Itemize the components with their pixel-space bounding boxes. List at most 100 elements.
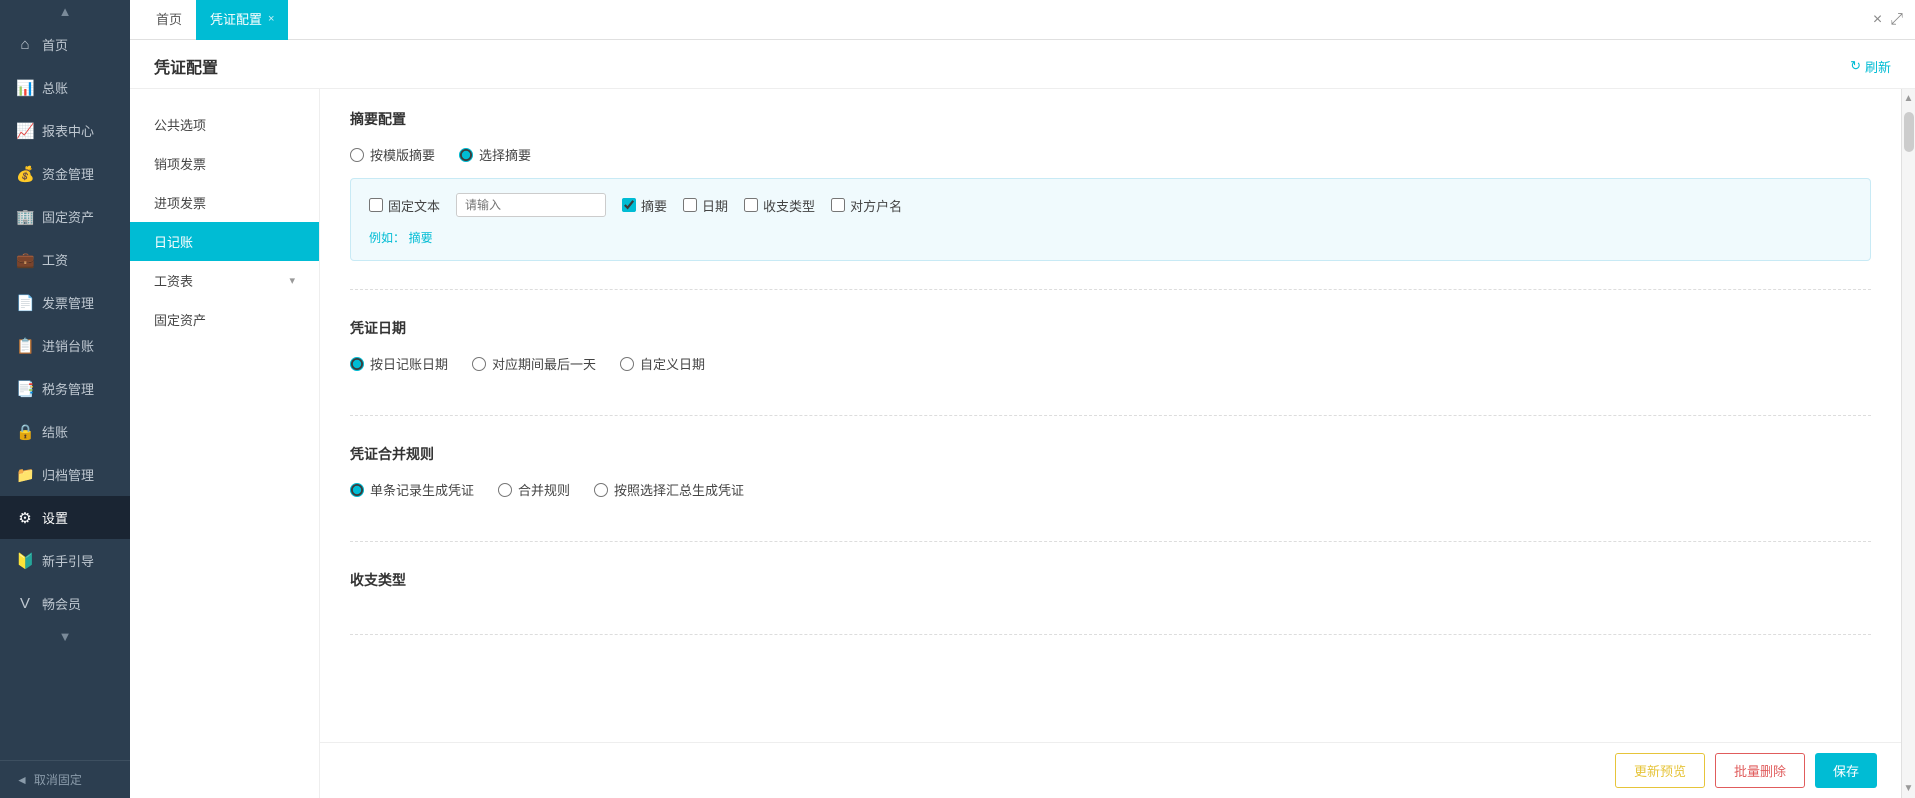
tab-voucher[interactable]: 凭证配置 × <box>196 0 288 40</box>
update-preview-button[interactable]: 更新预览 <box>1615 753 1705 788</box>
tax-icon: 📑 <box>16 380 34 398</box>
ledger-icon: 📊 <box>16 79 34 97</box>
sidebar-item-archive-label: 归档管理 <box>42 465 94 484</box>
voucher-date-radio-period-input[interactable] <box>472 357 486 371</box>
sidebar-item-invoice-mgmt[interactable]: 📄 发票管理 <box>0 281 130 324</box>
checkbox-summary-input[interactable] <box>622 198 636 212</box>
funds-icon: 💰 <box>16 165 34 183</box>
merge-rule-radio-group: 单条记录生成凭证 合并规则 按照选择汇总生成凭证 <box>350 480 1871 499</box>
batch-delete-button[interactable]: 批量删除 <box>1715 753 1805 788</box>
sidebar-bottom-label: 取消固定 <box>34 771 82 788</box>
reconcile-icon: 📋 <box>16 337 34 355</box>
settings-icon: ⚙ <box>16 509 34 527</box>
scrollbar-thumb[interactable] <box>1904 112 1914 152</box>
window-close-button[interactable]: × <box>1873 11 1882 29</box>
sidebar: ▲ ⌂ 首页 📊 总账 📈 报表中心 💰 资金管理 🏢 固定资产 💼 工资 📄 … <box>0 0 130 798</box>
summary-config-box: 固定文本 摘要 日期 <box>350 178 1871 261</box>
refresh-label: 刷新 <box>1865 57 1891 76</box>
sidebar-item-guide[interactable]: 🔰 新手引导 <box>0 539 130 582</box>
left-nav-sales-invoice[interactable]: 销项发票 <box>130 144 319 183</box>
merge-rule-radio-single-input[interactable] <box>350 483 364 497</box>
sidebar-scroll-up[interactable]: ▲ <box>0 0 130 23</box>
checkbox-summary[interactable]: 摘要 <box>622 196 667 215</box>
example-prefix: 例如： <box>369 231 405 245</box>
sidebar-item-close[interactable]: 🔒 结账 <box>0 410 130 453</box>
sidebar-item-ledger[interactable]: 📊 总账 <box>0 66 130 109</box>
page-scrollbar: ▲ ▼ <box>1901 89 1915 798</box>
merge-rule-radio-select-merge[interactable]: 按照选择汇总生成凭证 <box>594 480 744 499</box>
scrollbar-down-arrow[interactable]: ▼ <box>1902 779 1915 798</box>
summary-radio-select[interactable]: 选择摘要 <box>459 145 531 164</box>
summary-radio-select-input[interactable] <box>459 148 473 162</box>
sidebar-scroll-down[interactable]: ▼ <box>0 625 130 648</box>
fixed-text-input[interactable] <box>456 193 606 217</box>
left-nav-journal[interactable]: 日记账 <box>130 222 319 261</box>
sidebar-item-salary-label: 工资 <box>42 250 68 269</box>
merge-rule-title: 凭证合并规则 <box>350 444 1871 464</box>
voucher-date-radio-custom-input[interactable] <box>620 357 634 371</box>
left-nav-fixed-assets[interactable]: 固定资产 <box>130 300 319 339</box>
sidebar-item-vip[interactable]: V 畅会员 <box>0 582 130 625</box>
pin-icon: ◄ <box>16 773 28 787</box>
checkbox-fixed-text-input[interactable] <box>369 198 383 212</box>
checkbox-date-input[interactable] <box>683 198 697 212</box>
left-nav-fixed-assets-label: 固定资产 <box>154 310 206 329</box>
sidebar-item-invoice-mgmt-label: 发票管理 <box>42 293 94 312</box>
left-nav-payroll-label: 工资表 <box>154 271 193 290</box>
merge-rule-radio-merge-input[interactable] <box>498 483 512 497</box>
tab-voucher-label: 凭证配置 <box>210 9 262 28</box>
body-layout: 公共选项 销项发票 进项发票 日记账 工资表 ▾ 固定资产 <box>130 89 1915 798</box>
refresh-button[interactable]: ↻ 刷新 <box>1850 57 1891 76</box>
checkbox-counterparty[interactable]: 对方户名 <box>831 196 902 215</box>
sidebar-item-reconcile[interactable]: 📋 进销台账 <box>0 324 130 367</box>
voucher-date-radio-journal-input[interactable] <box>350 357 364 371</box>
sidebar-item-report[interactable]: 📈 报表中心 <box>0 109 130 152</box>
vip-icon: V <box>16 595 34 612</box>
voucher-date-radio-group: 按日记账日期 对应期间最后一天 自定义日期 <box>350 354 1871 373</box>
summary-radio-template[interactable]: 按模版摘要 <box>350 145 435 164</box>
merge-rule-section: 凭证合并规则 单条记录生成凭证 合并规则 <box>350 444 1871 542</box>
voucher-date-radio-journal[interactable]: 按日记账日期 <box>350 354 448 373</box>
merge-rule-radio-select-merge-input[interactable] <box>594 483 608 497</box>
sidebar-item-salary[interactable]: 💼 工资 <box>0 238 130 281</box>
summary-section: 摘要配置 按模版摘要 选择摘要 <box>350 109 1871 290</box>
merge-rule-radio-single[interactable]: 单条记录生成凭证 <box>350 480 474 499</box>
summary-section-title: 摘要配置 <box>350 109 1871 129</box>
tab-bar: 首页 凭证配置 × × ⤢ <box>130 0 1915 40</box>
merge-rule-radio-merge[interactable]: 合并规则 <box>498 480 570 499</box>
sidebar-item-tax[interactable]: 📑 税务管理 <box>0 367 130 410</box>
sidebar-item-home[interactable]: ⌂ 首页 <box>0 23 130 66</box>
summary-radio-template-input[interactable] <box>350 148 364 162</box>
bottom-bar: 更新预览 批量删除 保存 <box>320 742 1901 798</box>
sidebar-item-settings[interactable]: ⚙ 设置 <box>0 496 130 539</box>
checkbox-fixed-text[interactable]: 固定文本 <box>369 196 440 215</box>
left-nav-purchase-invoice-label: 进项发票 <box>154 193 206 212</box>
checkbox-fixed-text-label: 固定文本 <box>388 196 440 215</box>
left-nav-public[interactable]: 公共选项 <box>130 105 319 144</box>
main-area: 首页 凭证配置 × × ⤢ 凭证配置 ↻ 刷新 公共选项 <box>130 0 1915 798</box>
voucher-date-radio-period[interactable]: 对应期间最后一天 <box>472 354 596 373</box>
checkbox-summary-label: 摘要 <box>641 196 667 215</box>
tab-home[interactable]: 首页 <box>142 0 196 40</box>
sidebar-item-assets[interactable]: 🏢 固定资产 <box>0 195 130 238</box>
home-icon: ⌂ <box>16 36 34 53</box>
scrollbar-up-arrow[interactable]: ▲ <box>1902 89 1915 108</box>
left-nav-sales-invoice-label: 销项发票 <box>154 154 206 173</box>
sidebar-item-archive[interactable]: 📁 归档管理 <box>0 453 130 496</box>
checkbox-payment-type[interactable]: 收支类型 <box>744 196 815 215</box>
left-nav-purchase-invoice[interactable]: 进项发票 <box>130 183 319 222</box>
checkbox-counterparty-input[interactable] <box>831 198 845 212</box>
sidebar-unpin-button[interactable]: ◄ 取消固定 <box>0 760 130 798</box>
page-title: 凭证配置 <box>154 54 218 78</box>
checkbox-date[interactable]: 日期 <box>683 196 728 215</box>
assets-icon: 🏢 <box>16 208 34 226</box>
window-resize-button[interactable]: ⤢ <box>1890 11 1903 29</box>
sidebar-item-funds-label: 资金管理 <box>42 164 94 183</box>
checkbox-payment-type-input[interactable] <box>744 198 758 212</box>
left-nav-payroll[interactable]: 工资表 ▾ <box>130 261 319 300</box>
tab-voucher-close[interactable]: × <box>268 13 274 25</box>
voucher-date-radio-custom[interactable]: 自定义日期 <box>620 354 705 373</box>
sidebar-item-funds[interactable]: 💰 资金管理 <box>0 152 130 195</box>
left-nav-journal-label: 日记账 <box>154 232 193 251</box>
save-button[interactable]: 保存 <box>1815 753 1877 788</box>
